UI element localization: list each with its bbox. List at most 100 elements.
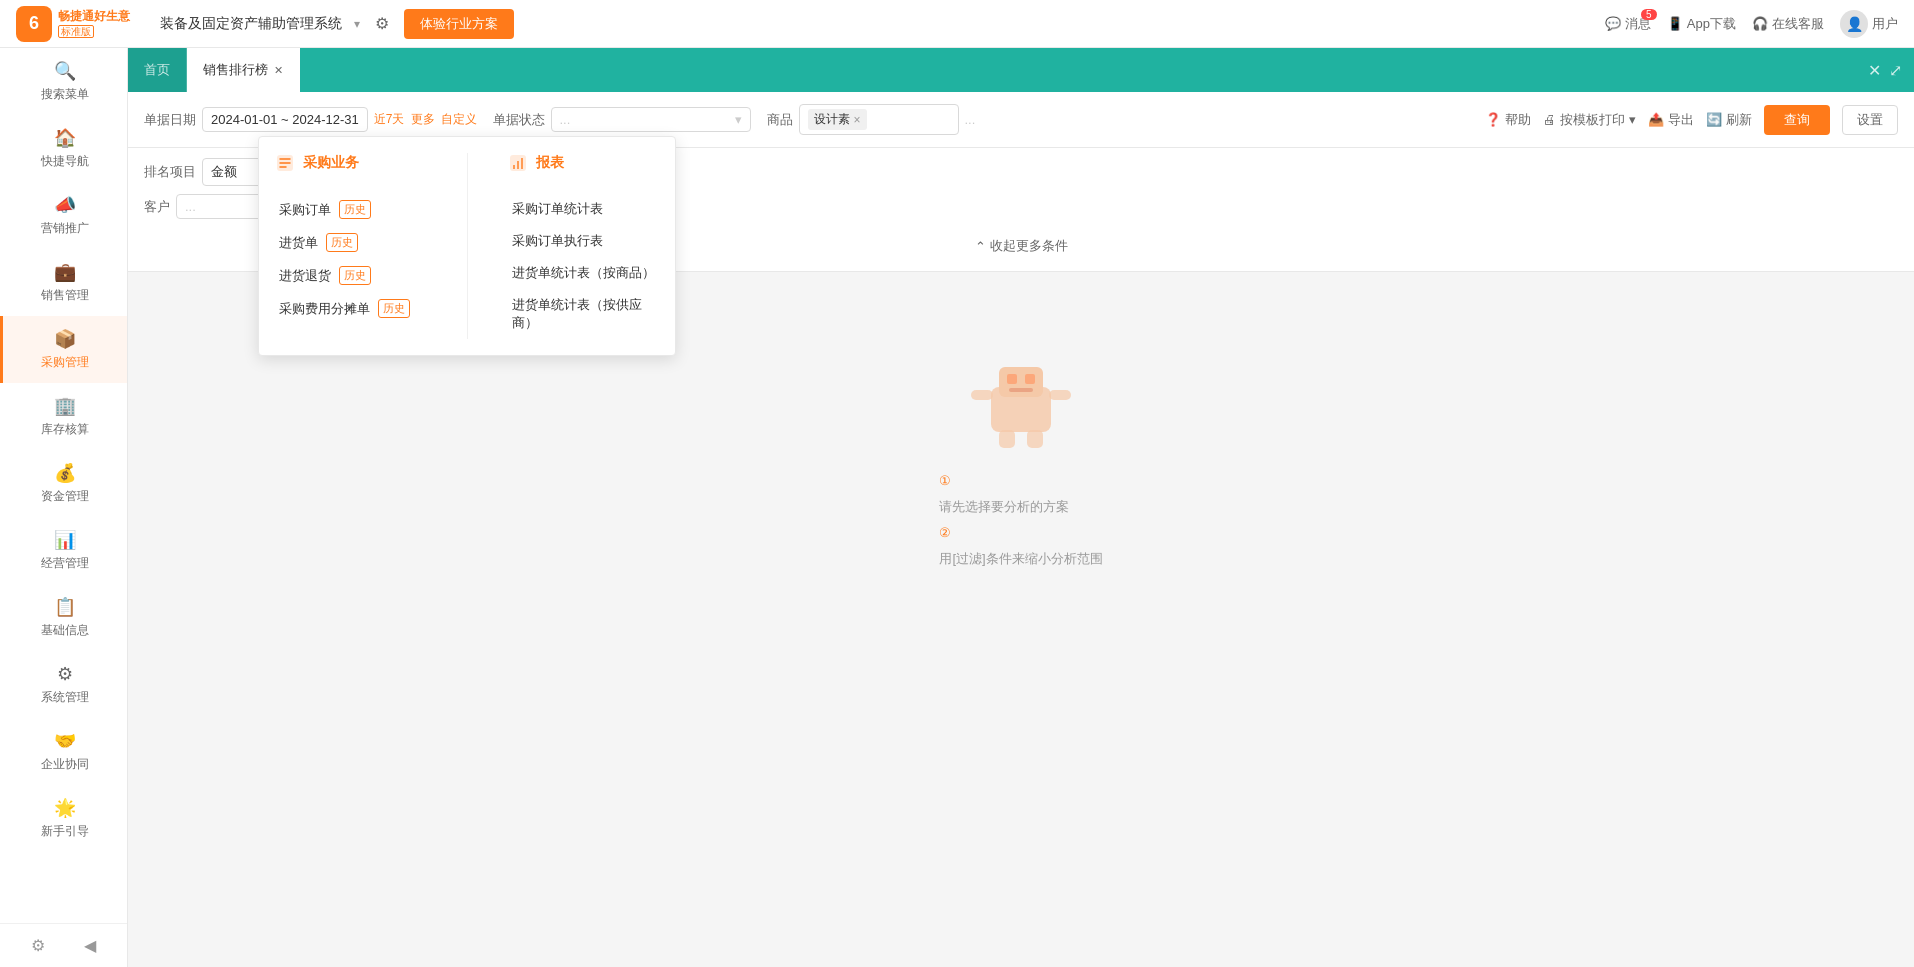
logo-text: 畅捷通好生意 标准版	[58, 9, 130, 39]
online-service-label: 在线客服	[1772, 15, 1824, 33]
query-button[interactable]: 查询	[1764, 105, 1830, 135]
logo-badge: 标准版	[58, 25, 94, 38]
menu-divider	[467, 153, 468, 339]
tab-home[interactable]: 首页	[128, 48, 187, 92]
goods-tag-close-icon[interactable]: ×	[854, 113, 861, 127]
purchase-order-exec-label: 采购订单执行表	[512, 232, 603, 250]
date-label: 单据日期	[144, 111, 196, 129]
settings-button[interactable]: 设置	[1842, 105, 1898, 135]
sidebar-item-sales[interactable]: 💼 销售管理	[0, 249, 127, 316]
operations-icon: 📊	[54, 529, 76, 551]
purchase-section-icon	[275, 153, 295, 173]
refresh-button[interactable]: 🔄 刷新	[1706, 111, 1752, 129]
settings-icon[interactable]: ⚙	[368, 10, 396, 38]
message-icon: 💬	[1605, 16, 1621, 31]
finance-icon: 💰	[54, 462, 76, 484]
goods-tag: 设计素 ×	[808, 109, 867, 130]
print-icon: 🖨	[1543, 112, 1556, 127]
main-area: 🔍 搜索菜单 🏠 快捷导航 📣 营销推广 💼 销售管理 📦 采购管理 🏢	[0, 48, 1914, 967]
tab-maximize-icon[interactable]: ⤢	[1889, 61, 1902, 80]
system-title: 装备及固定资产辅助管理系统	[160, 15, 342, 33]
stock-in-history-tag: 历史	[326, 233, 358, 252]
collapse-button[interactable]: ⌃ 收起更多条件	[975, 231, 1068, 261]
user-button[interactable]: 👤 用户	[1840, 10, 1898, 38]
help-button[interactable]: ❓ 帮助	[1485, 111, 1531, 129]
sidebar-settings-icon[interactable]: ⚙	[31, 936, 45, 955]
system-title-arrow-icon[interactable]: ▾	[354, 17, 360, 31]
sidebar-item-system[interactable]: ⚙ 系统管理	[0, 651, 127, 718]
sidebar-item-guide[interactable]: 🌟 新手引导	[0, 785, 127, 852]
message-button[interactable]: 💬 消息 5	[1605, 15, 1651, 33]
marketing-icon: 📣	[54, 194, 76, 216]
export-button[interactable]: 📤 导出	[1648, 111, 1694, 129]
sidebar-item-basic-info[interactable]: 📋 基础信息	[0, 584, 127, 651]
purchase-icon: 📦	[54, 328, 76, 350]
sidebar-item-inventory[interactable]: 🏢 库存核算	[0, 383, 127, 450]
date-more[interactable]: 更多	[411, 111, 435, 128]
trial-button[interactable]: 体验行业方案	[404, 9, 514, 39]
sidebar-label-quick-nav: 快捷导航	[41, 153, 89, 170]
sidebar-label-inventory: 库存核算	[41, 421, 89, 438]
export-label: 导出	[1668, 111, 1694, 129]
print-button[interactable]: 🖨 按模板打印 ▾	[1543, 111, 1636, 129]
svg-rect-2	[1007, 374, 1017, 384]
content-body: 单据日期 2024-01-01 ~ 2024-12-31 近7天 更多 自定义 …	[128, 92, 1914, 967]
date-custom[interactable]: 自定义	[441, 111, 477, 128]
menu-item-stock-stat-supplier[interactable]: 进货单统计表（按供应商）	[508, 289, 660, 339]
purchase-order-history-tag: 历史	[339, 200, 371, 219]
sidebar-item-finance[interactable]: 💰 资金管理	[0, 450, 127, 517]
sidebar-item-quick-nav[interactable]: 🏠 快捷导航	[0, 115, 127, 182]
toolbar-right: ❓ 帮助 🖨 按模板打印 ▾ 📤 导出 🔄	[1485, 105, 1898, 135]
avatar: 👤	[1840, 10, 1868, 38]
sidebar-item-enterprise[interactable]: 🤝 企业协同	[0, 718, 127, 785]
date-7days[interactable]: 近7天	[374, 111, 405, 128]
menu-item-purchase-expense[interactable]: 采购费用分摊单 历史	[275, 292, 427, 325]
inventory-icon: 🏢	[54, 395, 76, 417]
menu-item-stock-return[interactable]: 进货退货 历史	[275, 259, 427, 292]
sidebar-label-finance: 资金管理	[41, 488, 89, 505]
tab-close-all-icon[interactable]: ✕	[1868, 61, 1881, 80]
user-label: 用户	[1872, 15, 1898, 33]
logo-icon: 6	[16, 6, 52, 42]
sidebar-item-purchase[interactable]: 📦 采购管理	[0, 316, 127, 383]
stock-in-label: 进货单	[279, 234, 318, 252]
goods-tag-text: 设计素	[814, 111, 850, 128]
purchase-expense-history-tag: 历史	[378, 299, 410, 318]
menu-item-stock-in[interactable]: 进货单 历史	[275, 226, 427, 259]
goods-more-icon[interactable]: ...	[965, 112, 976, 127]
goods-input[interactable]: 设计素 ×	[799, 104, 959, 135]
sidebar-label-operations: 经营管理	[41, 555, 89, 572]
headset-icon: 🎧	[1752, 16, 1768, 31]
app-download-label: App下载	[1687, 15, 1736, 33]
sidebar-label-sales: 销售管理	[41, 287, 89, 304]
tab-close-icon[interactable]: ✕	[274, 64, 283, 77]
sidebar-label-basic-info: 基础信息	[41, 622, 89, 639]
help-icon: ❓	[1485, 112, 1501, 127]
menu-item-purchase-order-stat[interactable]: 采购订单统计表	[508, 193, 660, 225]
app-download-button[interactable]: 📱 App下载	[1667, 15, 1736, 33]
sidebar-label-system: 系统管理	[41, 689, 89, 706]
phone-icon: 📱	[1667, 16, 1683, 31]
sidebar-item-marketing[interactable]: 📣 营销推广	[0, 182, 127, 249]
sidebar-label-marketing: 营销推广	[41, 220, 89, 237]
logo-area: 6 畅捷通好生意 标准版	[16, 6, 144, 42]
menu-item-purchase-order-exec[interactable]: 采购订单执行表	[508, 225, 660, 257]
top-right: 💬 消息 5 📱 App下载 🎧 在线客服 👤 用户	[1605, 10, 1898, 38]
export-icon: 📤	[1648, 112, 1664, 127]
menu-item-purchase-order[interactable]: 采购订单 历史	[275, 193, 427, 226]
tab-sales-rank[interactable]: 销售排行榜 ✕	[187, 48, 300, 92]
top-nav: 装备及固定资产辅助管理系统 ▾ ⚙ 体验行业方案	[144, 9, 1605, 39]
sidebar-item-search[interactable]: 🔍 搜索菜单	[0, 48, 127, 115]
sidebar-item-operations[interactable]: 📊 经营管理	[0, 517, 127, 584]
menu-item-stock-stat-goods[interactable]: 进货单统计表（按商品）	[508, 257, 660, 289]
date-input[interactable]: 2024-01-01 ~ 2024-12-31	[202, 107, 368, 132]
sidebar-label-enterprise: 企业协同	[41, 756, 89, 773]
collapse-label: 收起更多条件	[990, 237, 1068, 255]
status-input[interactable]: ... ▾	[551, 107, 751, 132]
sales-icon: 💼	[54, 261, 76, 283]
sidebar-collapse-icon[interactable]: ◀	[84, 936, 96, 955]
sidebar-label-purchase: 采购管理	[41, 354, 89, 371]
online-service-button[interactable]: 🎧 在线客服	[1752, 15, 1824, 33]
print-label: 按模板打印	[1560, 111, 1625, 129]
tab-home-label: 首页	[144, 61, 170, 79]
